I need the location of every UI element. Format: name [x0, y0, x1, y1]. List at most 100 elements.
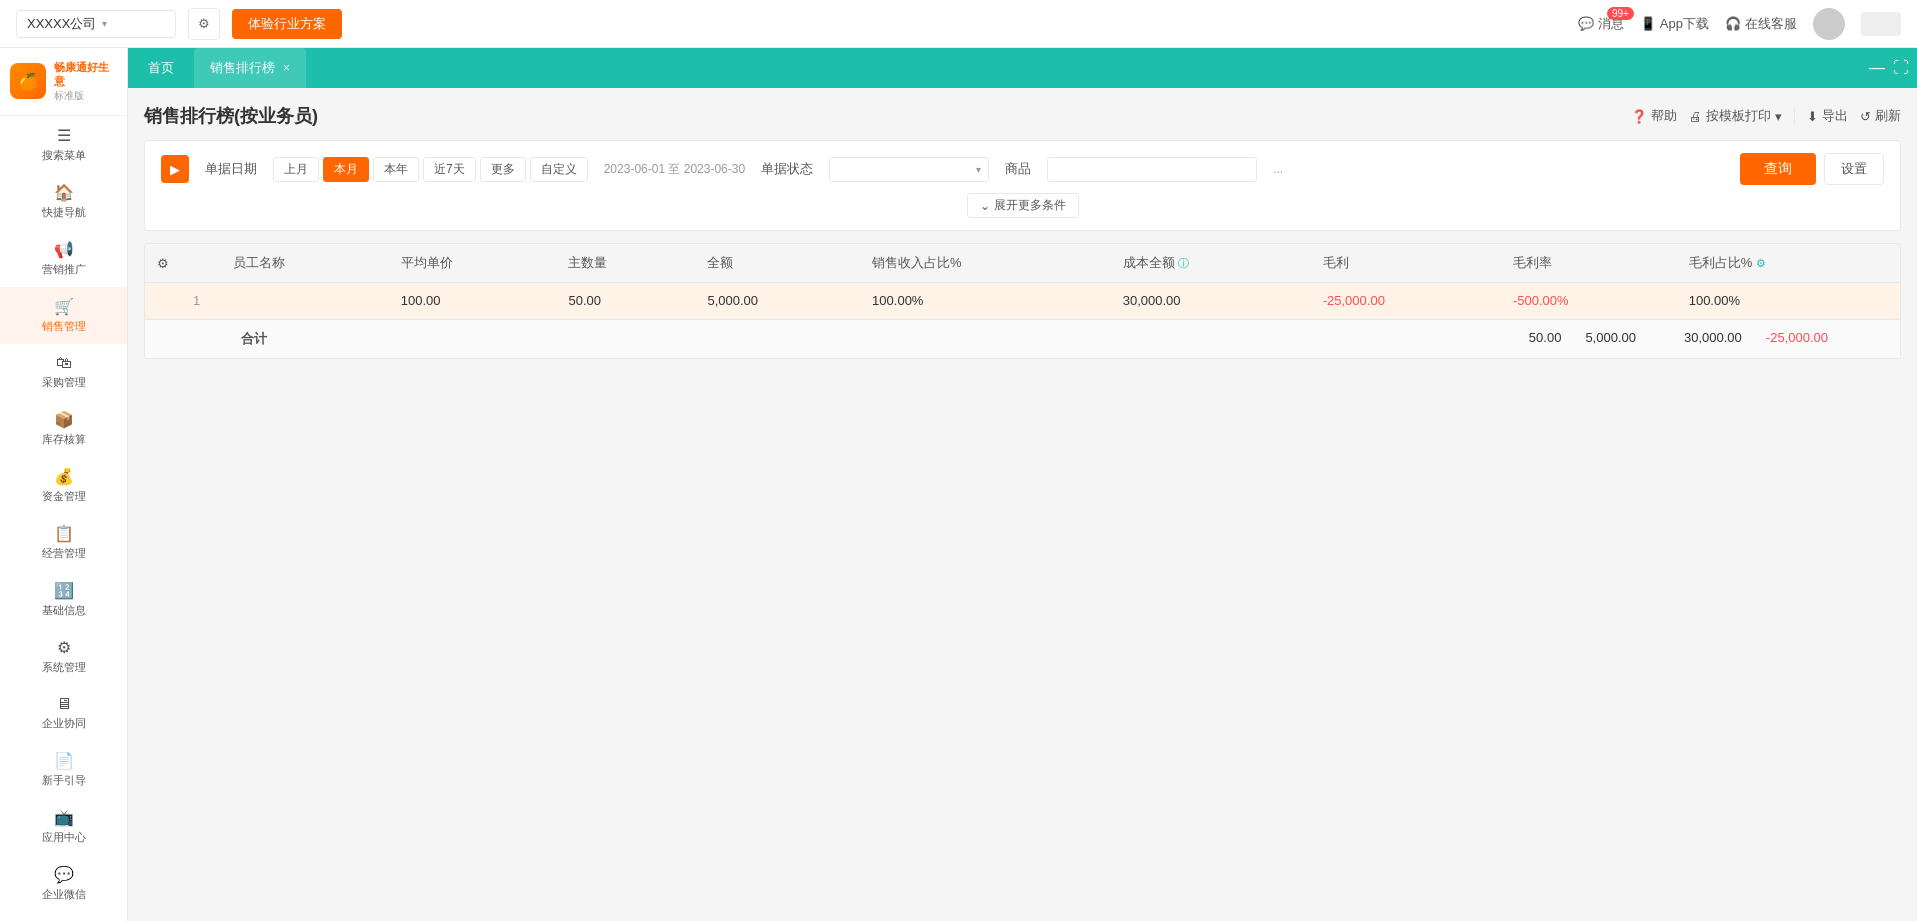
app-edition: 标准版: [54, 89, 117, 103]
avatar[interactable]: [1813, 8, 1845, 40]
table-row: 1 100.00 50.00 5,000.00 100.00% 30,000.0…: [145, 283, 1900, 319]
td-gross-ratio: 100.00%: [1677, 283, 1900, 319]
home-icon: 🏠: [54, 183, 74, 202]
inventory-icon: 📦: [54, 410, 74, 429]
message-button[interactable]: 💬 消息 99+: [1578, 15, 1624, 33]
search-menu-icon: ☰: [57, 126, 71, 145]
date-btn-thismonth[interactable]: 本月: [323, 157, 369, 182]
tab-home[interactable]: 首页: [128, 48, 194, 88]
app-download-button[interactable]: 📱 App下载: [1640, 15, 1709, 33]
sidebar-item-basicinfo[interactable]: 🔢 基础信息: [0, 571, 127, 628]
sidebar-item-marketing[interactable]: 📢 营销推广: [0, 230, 127, 287]
filter-row-1: ▶ 单据日期 上月 本月 本年 近7天 更多 自定义 2023-06-01 至 …: [161, 153, 1884, 185]
th-settings: ⚙: [145, 244, 181, 283]
date-range-buttons: 上月 本月 本年 近7天 更多 自定义: [273, 157, 588, 182]
th-cost: 成本全额 ⓘ: [1111, 244, 1311, 283]
sidebar-item-weixin[interactable]: 💬 企业微信: [0, 855, 127, 912]
export-button[interactable]: ⬇ 导出: [1807, 107, 1848, 125]
footer-gross-rate: [1840, 330, 1864, 348]
date-btn-thisyear[interactable]: 本年: [373, 157, 419, 182]
company-selector[interactable]: XXXXX公司 ▾: [16, 10, 176, 38]
footer-quantity: 50.00: [1517, 330, 1574, 348]
tab-close-icon[interactable]: ×: [283, 61, 290, 75]
online-service-button[interactable]: 🎧 在线客服: [1725, 15, 1797, 33]
status-select[interactable]: [829, 157, 989, 182]
settings-icon[interactable]: ⚙: [188, 8, 220, 40]
sidebar-label-operations: 经营管理: [42, 546, 86, 561]
date-btn-7days[interactable]: 近7天: [423, 157, 476, 182]
message-icon: 💬: [1578, 16, 1594, 31]
sidebar-item-finance[interactable]: 💰 资金管理: [0, 457, 127, 514]
sidebar-item-operations[interactable]: 📋 经营管理: [0, 514, 127, 571]
sidebar-item-quicknav[interactable]: 🏠 快捷导航: [0, 173, 127, 230]
sidebar-label-purchase: 采购管理: [42, 375, 86, 390]
sidebar-label-inventory: 库存核算: [42, 432, 86, 447]
trial-button[interactable]: 体验行业方案: [232, 9, 342, 39]
page-content: 销售排行榜(按业务员) ❓ 帮助 🖨 按模板打印 ▾ ⬇: [128, 88, 1917, 921]
td-amount: 5,000.00: [695, 283, 860, 319]
system-icon: ⚙: [57, 638, 71, 657]
sidebar-item-guide[interactable]: 📄 新手引导: [0, 741, 127, 798]
tab-expand-btn[interactable]: ⛶: [1893, 59, 1909, 77]
sidebar-label-quicknav: 快捷导航: [42, 205, 86, 220]
date-btn-custom[interactable]: 自定义: [530, 157, 588, 182]
sidebar-item-member[interactable]: V 畅会员: [0, 912, 127, 921]
settings-icon[interactable]: ⚙: [157, 256, 169, 271]
print-button[interactable]: 🖨 按模板打印 ▾: [1689, 107, 1795, 125]
td-rank: 1: [181, 283, 221, 319]
tab-bar: 首页 销售排行榜 × — ⛶: [128, 48, 1917, 88]
sidebar-item-search[interactable]: ☰ 搜索菜单: [0, 116, 127, 173]
query-button[interactable]: 查询: [1740, 153, 1816, 185]
print-icon: 🖨: [1689, 109, 1702, 124]
expand-down-icon: ⌄: [980, 199, 990, 213]
sidebar-item-collab[interactable]: 🖥 企业协同: [0, 685, 127, 741]
th-rank: [181, 244, 221, 283]
date-range-text: 2023-06-01 至 2023-06-30: [604, 161, 745, 178]
tab-right-actions: — ⛶: [1869, 59, 1917, 77]
top-right-area: 💬 消息 99+ 📱 App下载 🎧 在线客服: [1578, 8, 1901, 40]
th-employee-name: 员工名称: [221, 244, 389, 283]
footer-avg-price: [279, 330, 1517, 348]
export-icon: ⬇: [1807, 109, 1818, 124]
sidebar-item-appcenter[interactable]: 📺 应用中心: [0, 798, 127, 855]
purchase-icon: 🛍: [56, 354, 72, 372]
footer-gross: -25,000.00: [1754, 330, 1840, 348]
sidebar-item-system[interactable]: ⚙ 系统管理: [0, 628, 127, 685]
sidebar-item-sales[interactable]: 🛒 销售管理: [0, 287, 127, 344]
goods-input[interactable]: [1047, 157, 1257, 182]
expand-conditions-btn[interactable]: ⌄ 展开更多条件: [967, 193, 1079, 218]
tab-minimize-btn[interactable]: —: [1869, 59, 1885, 77]
th-sales-ratio: 销售收入占比%: [860, 244, 1111, 283]
data-table: ⚙ 员工名称 平均单价 主数量 全额 销售收入占比% 成本全额 ⓘ 毛利 毛: [144, 243, 1901, 359]
footer-amount: 5,000.00: [1573, 330, 1648, 348]
refresh-button[interactable]: ↺ 刷新: [1860, 107, 1901, 125]
column-settings-button[interactable]: 设置: [1824, 153, 1884, 185]
date-btn-lastmonth[interactable]: 上月: [273, 157, 319, 182]
footer-gross-ratio: [1864, 330, 1888, 348]
headset-icon: 🎧: [1725, 16, 1741, 31]
td-gross: -25,000.00: [1311, 283, 1501, 319]
status-label: 单据状态: [761, 160, 813, 178]
goods-label: 商品: [1005, 160, 1031, 178]
message-badge: 99+: [1607, 7, 1634, 20]
td-avg-price: 100.00: [389, 283, 557, 319]
goods-more-btn[interactable]: ...: [1273, 162, 1283, 176]
sidebar-label-weixin: 企业微信: [42, 887, 86, 902]
tab-sales-ranking[interactable]: 销售排行榜 ×: [194, 48, 306, 88]
help-icon: ❓: [1631, 109, 1647, 124]
sidebar-item-inventory[interactable]: 📦 库存核算: [0, 400, 127, 457]
sidebar-label-guide: 新手引导: [42, 773, 86, 788]
app-logo: 🍊 畅康通好生意 标准版: [0, 48, 127, 116]
sales-icon: 🛒: [54, 297, 74, 316]
td-sales-ratio: 100.00%: [860, 283, 1111, 319]
refresh-icon: ↺: [1860, 109, 1871, 124]
th-avg-price: 平均单价: [389, 244, 557, 283]
filter-collapse-btn[interactable]: ▶: [161, 155, 189, 183]
date-btn-more[interactable]: 更多: [480, 157, 526, 182]
logo-icon: 🍊: [10, 63, 46, 99]
company-name: XXXXX公司: [27, 15, 96, 33]
sidebar-item-purchase[interactable]: 🛍 采购管理: [0, 344, 127, 400]
td-settings: [145, 283, 181, 319]
sidebar-label-collab: 企业协同: [42, 716, 86, 731]
help-button[interactable]: ❓ 帮助: [1631, 107, 1677, 125]
